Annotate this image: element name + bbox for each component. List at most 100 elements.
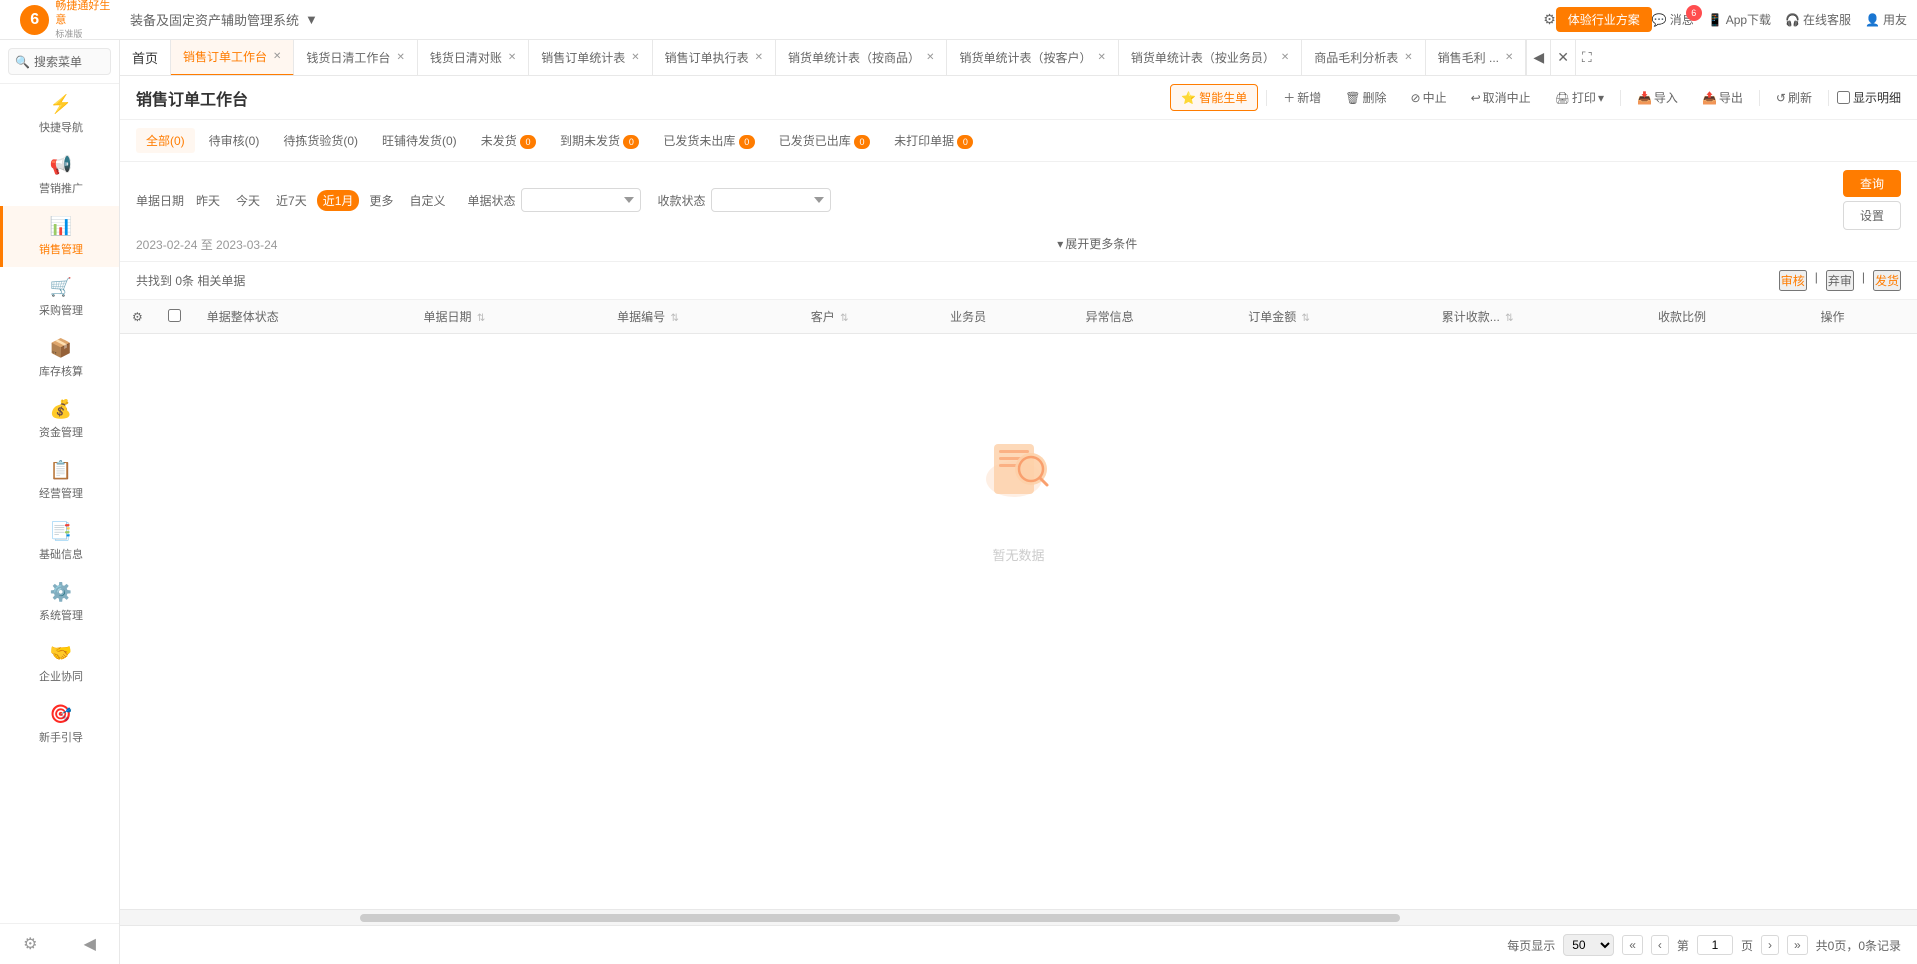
tab-close-sales-customer[interactable]: ✕ [1097,52,1105,63]
cancel-review-btn[interactable]: 弃审 [1826,270,1854,291]
col-number[interactable]: 单据编号 ⇅ [605,300,799,334]
sidebar-item-system[interactable]: ⚙️ 系统管理 [0,572,119,633]
review-btn[interactable]: 审核 [1779,270,1807,291]
sub-tab-shipped-not-out[interactable]: 已发货未出库 0 [653,128,764,153]
sub-tab-pending-check[interactable]: 待拣货验货(0) [273,128,368,153]
industry-btn[interactable]: 体验行业方案 [1556,7,1652,32]
tab-close-cash-daily[interactable]: ✕ [396,52,404,63]
table-area: 共找到 0条 相关单据 审核 | 弃审 | 发货 ⚙ 单据整体状态 [120,262,1917,909]
tab-sales-stats[interactable]: 销售订单统计表 ✕ [529,40,652,76]
guide-icon: 🎯 [50,704,72,725]
tab-nav-prev-btn[interactable]: ◀ [1526,40,1550,76]
tab-home[interactable]: 首页 [120,40,171,76]
date-btn-7days[interactable]: 近7天 [270,190,313,211]
col-customer[interactable]: 客户 ⇅ [799,300,938,334]
tab-sales-exec[interactable]: 销售订单执行表 ✕ [653,40,776,76]
user-btn[interactable]: 👤 用友 [1865,11,1907,28]
export-btn[interactable]: 📤 导出 [1694,85,1751,110]
settings-icon[interactable]: ⚙ [1543,11,1556,28]
tab-close-sales-workbench[interactable]: ✕ [273,51,281,62]
filter-settings-btn[interactable]: 设置 [1843,201,1901,230]
sub-tab-not-printed[interactable]: 未打印单据 0 [884,128,983,153]
filter-date-item: 单据日期 昨天 今天 近7天 近1月 更多 自定义 [136,190,451,211]
scroll-area[interactable] [120,909,1917,925]
tab-cash-reconcile[interactable]: 钱货日清对账 ✕ [418,40,529,76]
tab-nav-fullscreen-btn[interactable]: ⛶ [1575,40,1598,76]
sub-tab-all[interactable]: 全部(0) [136,128,195,153]
tab-close-gross-profit[interactable]: ✕ [1404,52,1412,63]
date-btn-custom[interactable]: 自定义 [403,190,451,211]
tab-gross-profit[interactable]: 商品毛利分析表 ✕ [1302,40,1425,76]
date-btn-1month[interactable]: 近1月 [317,190,360,211]
sidebar-item-basic-info[interactable]: 📑 基础信息 [0,511,119,572]
date-btn-today[interactable]: 今天 [230,190,266,211]
delete-btn[interactable]: 🗑 删除 [1337,85,1394,110]
print-btn[interactable]: 🖨 打印 ▾ [1547,85,1612,110]
tab-sales-workbench[interactable]: 销售订单工作台 ✕ [171,40,294,76]
sidebar-item-guide[interactable]: 🎯 新手引导 [0,694,119,755]
select-all-checkbox[interactable] [168,309,181,322]
filter-status-select[interactable] [521,188,641,212]
add-btn[interactable]: ＋ 新增 [1275,85,1329,110]
sub-tab-expired-not-shipped[interactable]: 到期未发货 0 [550,128,649,153]
page-prev-btn[interactable]: ‹ [1651,935,1669,955]
import-btn[interactable]: 📥 导入 [1629,85,1686,110]
sub-tab-pending-review[interactable]: 待审核(0) [199,128,270,153]
operations-icon: 📋 [50,460,72,481]
tab-sales-staff[interactable]: 销货单统计表（按业务员） ✕ [1119,40,1302,76]
sub-tab-wangpu-ship[interactable]: 旺铺待发货(0) [372,128,467,153]
tab-sales-product[interactable]: 销货单统计表（按商品） ✕ [776,40,947,76]
smart-generate-btn[interactable]: ⭐ 智能生单 [1170,84,1258,111]
query-btn[interactable]: 查询 [1843,170,1901,197]
page-next-btn[interactable]: › [1761,935,1779,955]
sidebar-item-operations[interactable]: 📋 经营管理 [0,450,119,511]
col-amount[interactable]: 订单金额 ⇅ [1236,300,1430,334]
sidebar-settings-btn[interactable]: ⚙ [23,934,37,954]
tab-close-sales-exec[interactable]: ✕ [755,52,763,63]
refresh-btn[interactable]: ↺ 刷新 [1768,85,1820,110]
scroll-thumb[interactable] [360,914,1400,922]
col-settings[interactable]: ⚙ [120,300,155,334]
sidebar-collapse-btn[interactable]: ◀ [84,934,96,954]
tab-nav-close-btn[interactable]: ✕ [1550,40,1575,76]
show-detail-label[interactable]: 显示明细 [1837,89,1901,106]
tab-close-sales-more[interactable]: ✕ [1505,52,1513,63]
filter-payment-select[interactable] [711,188,831,212]
tab-sales-customer[interactable]: 销货单统计表（按客户） ✕ [947,40,1118,76]
tab-close-sales-stats[interactable]: ✕ [631,52,639,63]
online-service-btn[interactable]: 🎧 在线客服 [1785,11,1851,28]
tab-close-sales-product[interactable]: ✕ [926,52,934,63]
sidebar-item-purchase[interactable]: 🛒 采购管理 [0,267,119,328]
ship-btn[interactable]: 发货 [1873,270,1901,291]
message-badge: 6 [1686,5,1702,21]
date-btn-more[interactable]: 更多 [363,190,399,211]
col-checkbox[interactable] [155,300,195,334]
show-detail-checkbox[interactable] [1837,91,1850,104]
sidebar-item-finance[interactable]: 💰 资金管理 [0,389,119,450]
app-download-btn[interactable]: 📱 App下载 [1708,11,1771,28]
page-last-btn[interactable]: » [1787,935,1808,955]
cancel-stop-btn[interactable]: ↩ 取消中止 [1463,85,1539,110]
tab-close-sales-staff[interactable]: ✕ [1281,52,1289,63]
sub-tab-shipped-out[interactable]: 已发货已出库 0 [769,128,880,153]
search-menu-btn[interactable]: 🔍 搜索菜单 [8,48,111,75]
tab-close-cash-reconcile[interactable]: ✕ [508,52,516,63]
sub-tab-not-shipped[interactable]: 未发货 0 [471,128,546,153]
sidebar-item-quick-nav[interactable]: ⚡ 快捷导航 [0,84,119,145]
tab-sales-more[interactable]: 销售毛利 ... ✕ [1426,40,1527,76]
page-input[interactable] [1697,935,1733,955]
sidebar-item-cooperation[interactable]: 🤝 企业协同 [0,633,119,694]
sidebar-item-marketing[interactable]: 📢 营销推广 [0,145,119,206]
stop-btn[interactable]: ⊘ 中止 [1403,85,1455,110]
col-date[interactable]: 单据日期 ⇅ [412,300,606,334]
col-collected[interactable]: 累计收款... ⇅ [1430,300,1646,334]
date-btn-yesterday[interactable]: 昨天 [190,190,226,211]
page-first-btn[interactable]: « [1622,935,1643,955]
tab-cash-daily[interactable]: 钱货日清工作台 ✕ [294,40,417,76]
page-size-select[interactable]: 20 50 100 200 [1563,934,1614,956]
system-title: 装备及固定资产辅助管理系统 ▼ [130,10,1543,29]
message-btn[interactable]: 💬 消息 6 [1652,11,1694,28]
sidebar-item-sales[interactable]: 📊 销售管理 [0,206,119,267]
expand-filter-btn[interactable]: ▾ 展开更多条件 [1057,235,1137,252]
sidebar-item-inventory[interactable]: 📦 库存核算 [0,328,119,389]
